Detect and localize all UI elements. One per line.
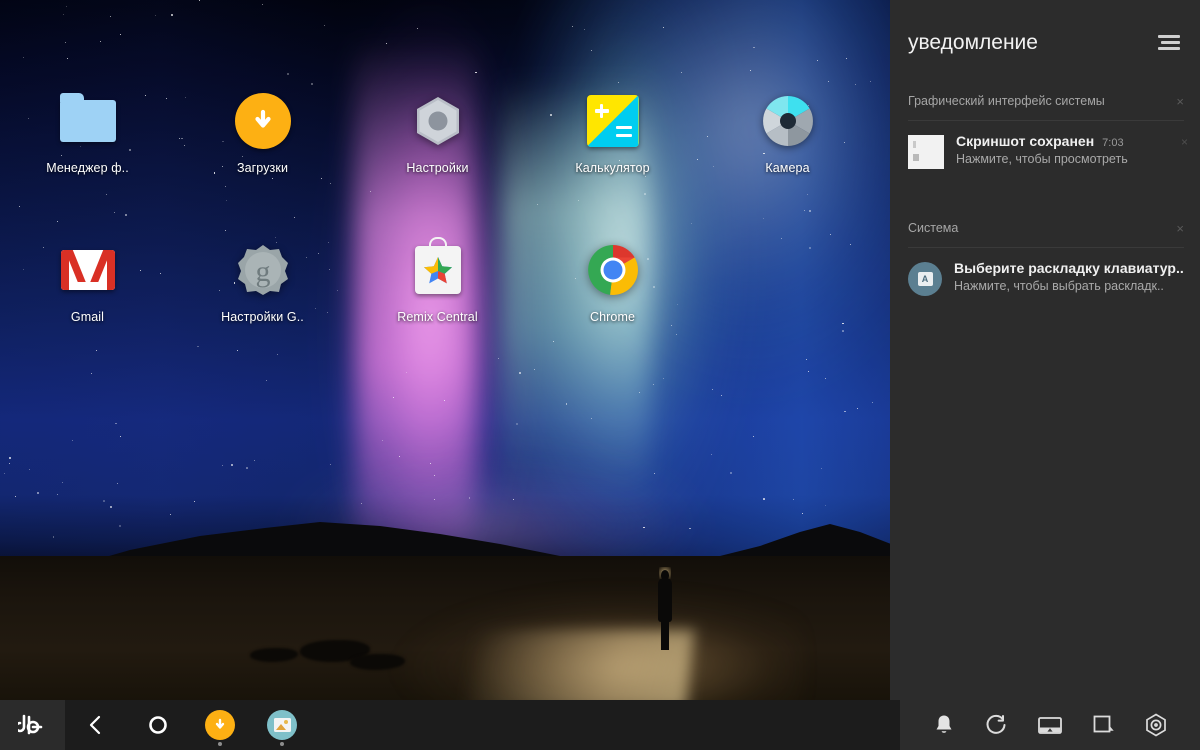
- chrome-icon: [584, 241, 642, 299]
- taskbar-nav: [65, 700, 313, 750]
- notifications-button[interactable]: [926, 707, 962, 743]
- notification-time: 7:03: [1102, 137, 1124, 149]
- app-icon-remix-central[interactable]: Remix Central: [350, 237, 525, 324]
- settings-nut-icon: [409, 92, 467, 150]
- notification-item-screenshot[interactable]: Скриншот сохранен 7:03 Нажмите, чтобы пр…: [890, 121, 1200, 183]
- app-label: Менеджер ф..: [46, 161, 129, 175]
- icon-row-2: Gmail g Настройки G.. Remix Central Chro…: [0, 237, 891, 324]
- back-button[interactable]: [65, 700, 127, 750]
- app-icon-camera[interactable]: Камера: [700, 92, 875, 175]
- notification-group-label: Система: [908, 221, 959, 235]
- touchpad-button[interactable]: [1032, 707, 1068, 743]
- screenshot-button[interactable]: [1085, 707, 1121, 743]
- icon-row-1: Менеджер ф.. Загрузки Настройки Калькуля…: [0, 92, 891, 175]
- notification-group-label: Графический интерфейс системы: [908, 94, 1105, 108]
- circle-icon: [149, 716, 167, 734]
- notification-dismiss-icon[interactable]: ×: [1181, 135, 1188, 149]
- notification-panel-title: уведомление: [908, 31, 1038, 54]
- remix-central-bag-icon: [409, 237, 467, 299]
- chevron-left-icon: [89, 715, 101, 735]
- notification-subtitle: Нажмите, чтобы просмотреть: [956, 152, 1128, 166]
- person-silhouette: [657, 567, 673, 650]
- app-icon-google-settings[interactable]: g Настройки G..: [175, 241, 350, 324]
- app-label: Remix Central: [397, 310, 478, 324]
- app-icon-downloads[interactable]: Загрузки: [175, 92, 350, 175]
- settings-button[interactable]: [1138, 707, 1174, 743]
- screen-root: Менеджер ф.. Загрузки Настройки Калькуля…: [0, 0, 1200, 750]
- app-label: Настройки: [406, 161, 469, 175]
- gmail-icon: [59, 241, 117, 299]
- screenshot-thumbnail: [908, 135, 944, 169]
- notification-panel: уведомление Графический интерфейс систем…: [890, 0, 1200, 750]
- desktop-wallpaper[interactable]: Менеджер ф.. Загрузки Настройки Калькуля…: [0, 0, 891, 750]
- app-icon-calculator[interactable]: Калькулятор: [525, 92, 700, 175]
- notification-group-header: Графический интерфейс системы ×: [890, 86, 1200, 116]
- camera-aperture-icon: [759, 92, 817, 150]
- running-indicator: [218, 742, 222, 746]
- app-label: Камера: [765, 161, 810, 175]
- app-label: Настройки G..: [221, 310, 304, 324]
- notification-title: Выберите раскладку клавиатур..: [954, 260, 1184, 276]
- rotate-icon: [986, 714, 1006, 734]
- app-icon-chrome[interactable]: Chrome: [525, 241, 700, 324]
- clear-all-icon[interactable]: [1158, 33, 1182, 53]
- running-indicator: [280, 742, 284, 746]
- app-icon-file-manager[interactable]: Менеджер ф..: [0, 92, 175, 175]
- notification-item-keyboard-layout[interactable]: A Выберите раскладку клавиатур.. Нажмите…: [890, 248, 1200, 310]
- folder-icon: [59, 92, 117, 150]
- keyboard-layout-icon: A: [908, 262, 942, 296]
- group-dismiss-icon[interactable]: ×: [1176, 221, 1184, 236]
- app-label: Калькулятор: [575, 161, 650, 175]
- gallery-icon: [267, 710, 297, 740]
- calculator-icon: [584, 92, 642, 150]
- download-icon: [234, 92, 292, 150]
- app-label: Chrome: [589, 310, 636, 324]
- taskbar-app-downloads[interactable]: [189, 700, 251, 750]
- app-label: Загрузки: [236, 161, 289, 175]
- keyboard-layout-letter: A: [917, 272, 933, 286]
- app-icon-gmail[interactable]: Gmail: [0, 241, 175, 324]
- bell-icon: [936, 715, 952, 733]
- taskbar-app-gallery[interactable]: [251, 700, 313, 750]
- group-dismiss-icon[interactable]: ×: [1176, 94, 1184, 109]
- taskbar: [0, 700, 1200, 750]
- jide-remix-logo-icon: [17, 714, 42, 735]
- notification-header: уведомление: [890, 0, 1200, 86]
- notification-subtitle: Нажмите, чтобы выбрать раскладк..: [954, 279, 1164, 293]
- rotate-screen-button[interactable]: [979, 707, 1015, 743]
- svg-text:g: g: [255, 255, 270, 288]
- app-icon-grid: Менеджер ф.. Загрузки Настройки Калькуля…: [0, 92, 891, 324]
- notification-title: Скриншот сохранен: [956, 133, 1095, 149]
- download-icon: [205, 710, 235, 740]
- home-button[interactable]: [127, 700, 189, 750]
- touchpad-icon: [1038, 717, 1062, 734]
- app-label: Gmail: [70, 310, 105, 324]
- hex-nut-icon: [1145, 713, 1166, 737]
- system-tray: [900, 700, 1200, 750]
- notification-group-header: Система ×: [890, 213, 1200, 243]
- square-screenshot-icon: [1093, 715, 1114, 733]
- app-icon-settings[interactable]: Настройки: [350, 92, 525, 175]
- google-settings-gear-icon: g: [234, 241, 292, 299]
- start-button[interactable]: [0, 700, 65, 750]
